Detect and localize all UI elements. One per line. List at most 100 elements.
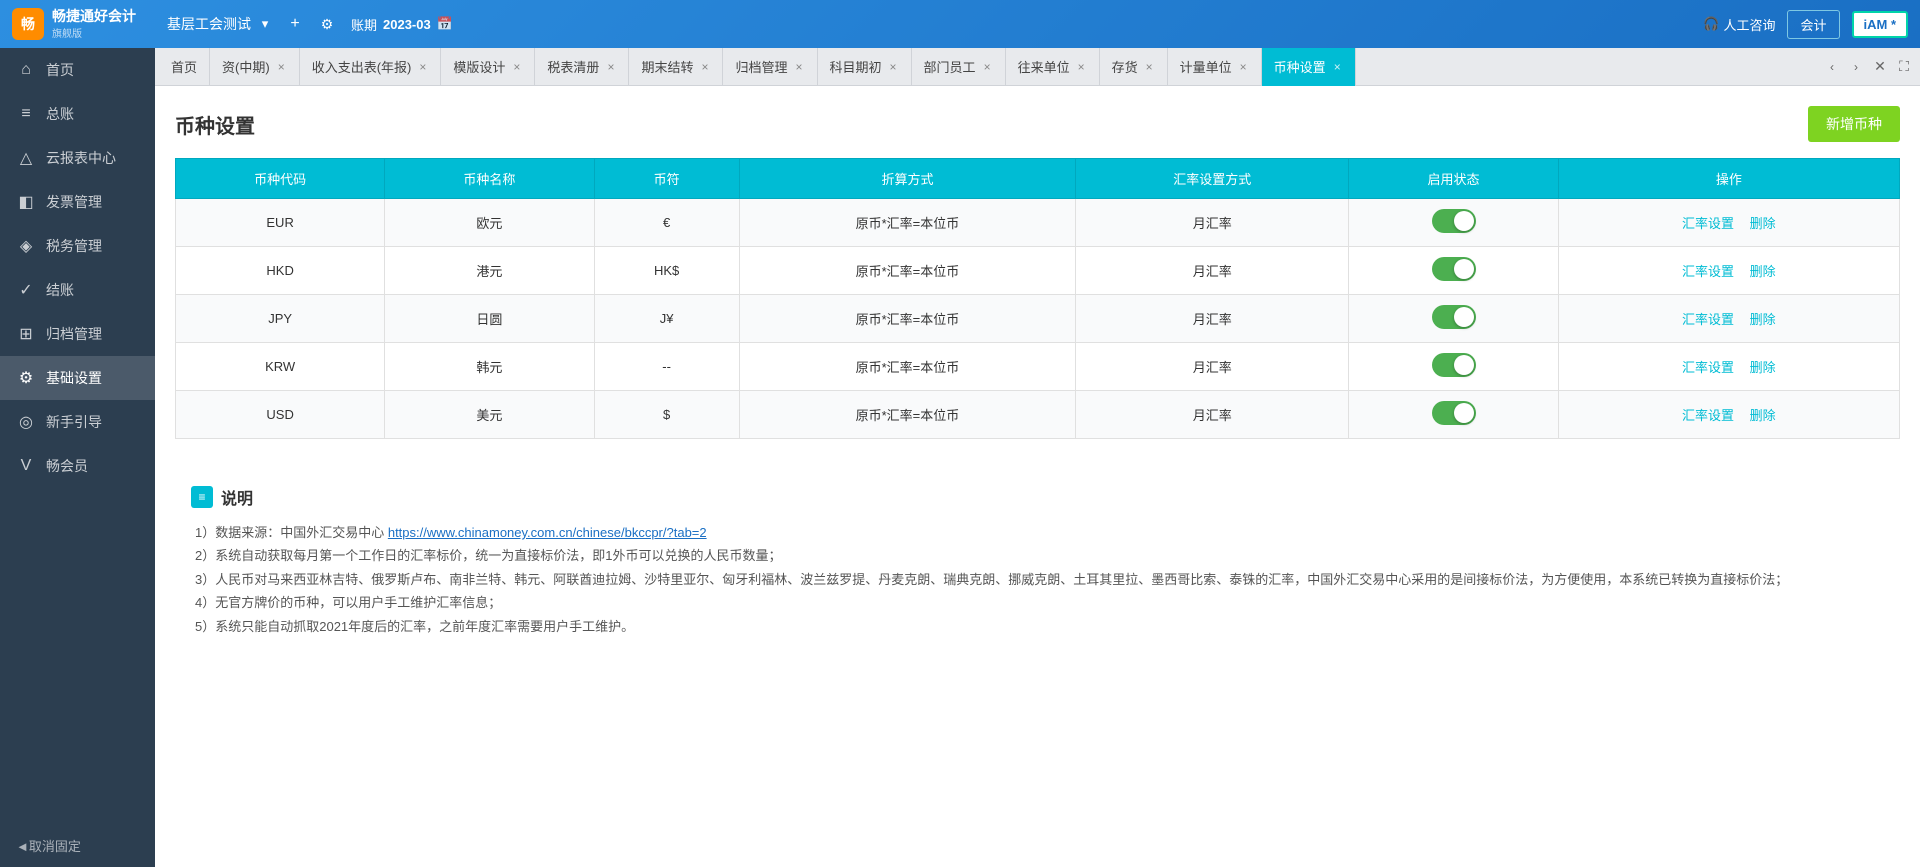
sidebar-item-invoice[interactable]: ◧ 发票管理 bbox=[0, 180, 155, 224]
col-header-method: 折算方式 bbox=[739, 159, 1075, 199]
tab-tax[interactable]: 税表清册 × bbox=[535, 48, 629, 86]
col-header-rate-method: 汇率设置方式 bbox=[1076, 159, 1349, 199]
tab-contacts[interactable]: 往来单位 × bbox=[1006, 48, 1100, 86]
project-dropdown-icon[interactable]: ▾ bbox=[255, 14, 275, 34]
sidebar-pin-toggle[interactable]: ◄取消固定 bbox=[0, 824, 155, 867]
tab-close-archive[interactable]: × bbox=[794, 60, 805, 74]
notes-link[interactable]: https://www.chinamoney.com.cn/chinese/bk… bbox=[388, 525, 707, 540]
sidebar-item-newbie[interactable]: ◎ 新手引导 bbox=[0, 400, 155, 444]
invoice-icon: ◧ bbox=[16, 192, 36, 212]
tab-label-home: 首页 bbox=[171, 57, 197, 76]
new-currency-button[interactable]: 新增币种 bbox=[1808, 106, 1900, 142]
tab-close-template[interactable]: × bbox=[511, 60, 522, 74]
toggle-3[interactable] bbox=[1432, 353, 1476, 377]
tab-next-button[interactable]: › bbox=[1844, 55, 1868, 79]
sidebar-item-tax[interactable]: ◈ 税务管理 bbox=[0, 224, 155, 268]
table-row: EUR 欧元 € 原币*汇率=本位币 月汇率 汇率设置 删除 bbox=[176, 199, 1900, 247]
tab-home[interactable]: 首页 bbox=[159, 48, 210, 86]
tab-measure[interactable]: 计量单位 × bbox=[1168, 48, 1262, 86]
delete-link-4[interactable]: 删除 bbox=[1750, 408, 1776, 423]
delete-link-1[interactable]: 删除 bbox=[1750, 264, 1776, 279]
cell-method-1: 原币*汇率=本位币 bbox=[739, 247, 1075, 295]
tab-close-income[interactable]: × bbox=[417, 60, 428, 74]
tab-period-end[interactable]: 期末结转 × bbox=[629, 48, 723, 86]
tab-income[interactable]: 收入支出表(年报) × bbox=[300, 48, 442, 86]
tab-close-tax[interactable]: × bbox=[605, 60, 616, 74]
notes-title-text: 说明 bbox=[221, 485, 253, 509]
toggle-knob-2 bbox=[1454, 307, 1474, 327]
tab-close-measure[interactable]: × bbox=[1238, 60, 1249, 74]
tab-label-subjects: 科目期初 bbox=[830, 57, 882, 76]
cell-rate-method-2: 月汇率 bbox=[1076, 295, 1349, 343]
iam-badge[interactable]: iAM * bbox=[1852, 11, 1909, 38]
cell-actions-2: 汇率设置 删除 bbox=[1558, 295, 1899, 343]
account-button[interactable]: 会计 bbox=[1787, 10, 1839, 39]
notes-list: 1）数据来源：中国外汇交易中心 https://www.chinamoney.c… bbox=[191, 521, 1884, 638]
delete-link-3[interactable]: 删除 bbox=[1750, 360, 1776, 375]
sidebar-label-invoice: 发票管理 bbox=[46, 192, 102, 212]
toggle-knob-4 bbox=[1454, 403, 1474, 423]
cell-symbol-2: J¥ bbox=[594, 295, 739, 343]
notes-icon: ≡ bbox=[191, 486, 213, 508]
cell-actions-0: 汇率设置 删除 bbox=[1558, 199, 1899, 247]
tab-close-contacts[interactable]: × bbox=[1076, 60, 1087, 74]
col-header-name: 币种名称 bbox=[385, 159, 594, 199]
tab-close-period-end[interactable]: × bbox=[699, 60, 710, 74]
sidebar-item-member[interactable]: V 畅会员 bbox=[0, 444, 155, 488]
project-settings-icon[interactable]: ⚙ bbox=[315, 12, 339, 36]
project-add-icon[interactable]: + bbox=[283, 12, 307, 36]
tab-balance[interactable]: 资(中期) × bbox=[210, 48, 300, 86]
tab-archive[interactable]: 归档管理 × bbox=[723, 48, 817, 86]
rate-setting-link-0[interactable]: 汇率设置 bbox=[1682, 216, 1734, 231]
tab-template[interactable]: 模版设计 × bbox=[441, 48, 535, 86]
note-item-3: 3）人民币对马来西亚林吉特、俄罗斯卢布、南非兰特、韩元、阿联酋迪拉姆、沙特里亚尔… bbox=[191, 568, 1884, 591]
top-header: 畅 畅捷通好会计 旗舰版 基层工会测试 ▾ + ⚙ 账期 2023-03 📅 🎧… bbox=[0, 0, 1920, 48]
rate-setting-link-2[interactable]: 汇率设置 bbox=[1682, 312, 1734, 327]
project-area: 基层工会测试 ▾ + ⚙ 账期 2023-03 📅 bbox=[167, 12, 1703, 36]
sidebar-item-basic[interactable]: ⚙ 基础设置 bbox=[0, 356, 155, 400]
tab-department[interactable]: 部门员工 × bbox=[912, 48, 1006, 86]
toggle-2[interactable] bbox=[1432, 305, 1476, 329]
consult-button[interactable]: 🎧 人工咨询 bbox=[1703, 15, 1775, 34]
tab-close-inventory[interactable]: × bbox=[1144, 60, 1155, 74]
cell-code-0: EUR bbox=[176, 199, 385, 247]
cell-name-0: 欧元 bbox=[385, 199, 594, 247]
cell-rate-method-3: 月汇率 bbox=[1076, 343, 1349, 391]
calendar-icon[interactable]: 📅 bbox=[437, 16, 453, 32]
cell-rate-method-1: 月汇率 bbox=[1076, 247, 1349, 295]
delete-link-0[interactable]: 删除 bbox=[1750, 216, 1776, 231]
toggle-4[interactable] bbox=[1432, 401, 1476, 425]
tab-close-subjects[interactable]: × bbox=[888, 60, 899, 74]
toggle-1[interactable] bbox=[1432, 257, 1476, 281]
tab-maximize-button[interactable]: ⛶ bbox=[1892, 55, 1916, 79]
toggle-knob-3 bbox=[1454, 355, 1474, 375]
tab-close-balance[interactable]: × bbox=[276, 60, 287, 74]
sidebar-item-archive[interactable]: ⊞ 归档管理 bbox=[0, 312, 155, 356]
tab-close-department[interactable]: × bbox=[982, 60, 993, 74]
main-layout: ⌂ 首页 ≡ 总账 △ 云报表中心 ◧ 发票管理 ◈ 税务管理 ✓ 结账 ⊞ 归… bbox=[0, 48, 1920, 867]
toggle-knob-0 bbox=[1454, 211, 1474, 231]
home-icon: ⌂ bbox=[16, 61, 36, 79]
cell-status-4 bbox=[1349, 391, 1558, 439]
cell-name-3: 韩元 bbox=[385, 343, 594, 391]
rate-setting-link-1[interactable]: 汇率设置 bbox=[1682, 264, 1734, 279]
tab-prev-button[interactable]: ‹ bbox=[1820, 55, 1844, 79]
sidebar-item-reports[interactable]: △ 云报表中心 bbox=[0, 136, 155, 180]
rate-setting-link-3[interactable]: 汇率设置 bbox=[1682, 360, 1734, 375]
tab-label-template: 模版设计 bbox=[453, 57, 505, 76]
sidebar-item-settle[interactable]: ✓ 结账 bbox=[0, 268, 155, 312]
sidebar-item-ledger[interactable]: ≡ 总账 bbox=[0, 92, 155, 136]
toggle-0[interactable] bbox=[1432, 209, 1476, 233]
rate-setting-link-4[interactable]: 汇率设置 bbox=[1682, 408, 1734, 423]
tab-close-currency[interactable]: × bbox=[1332, 60, 1343, 74]
tab-inventory[interactable]: 存货 × bbox=[1100, 48, 1168, 86]
tab-currency[interactable]: 币种设置 × bbox=[1262, 48, 1356, 86]
sidebar-item-home[interactable]: ⌂ 首页 bbox=[0, 48, 155, 92]
period-area: 账期 2023-03 📅 bbox=[351, 15, 453, 34]
sidebar-label-archive: 归档管理 bbox=[46, 324, 102, 344]
delete-link-2[interactable]: 删除 bbox=[1750, 312, 1776, 327]
table-row: USD 美元 $ 原币*汇率=本位币 月汇率 汇率设置 删除 bbox=[176, 391, 1900, 439]
tab-close-all-button[interactable]: ✕ bbox=[1868, 55, 1892, 79]
tab-label-currency: 币种设置 bbox=[1274, 57, 1326, 76]
tab-subjects[interactable]: 科目期初 × bbox=[818, 48, 912, 86]
